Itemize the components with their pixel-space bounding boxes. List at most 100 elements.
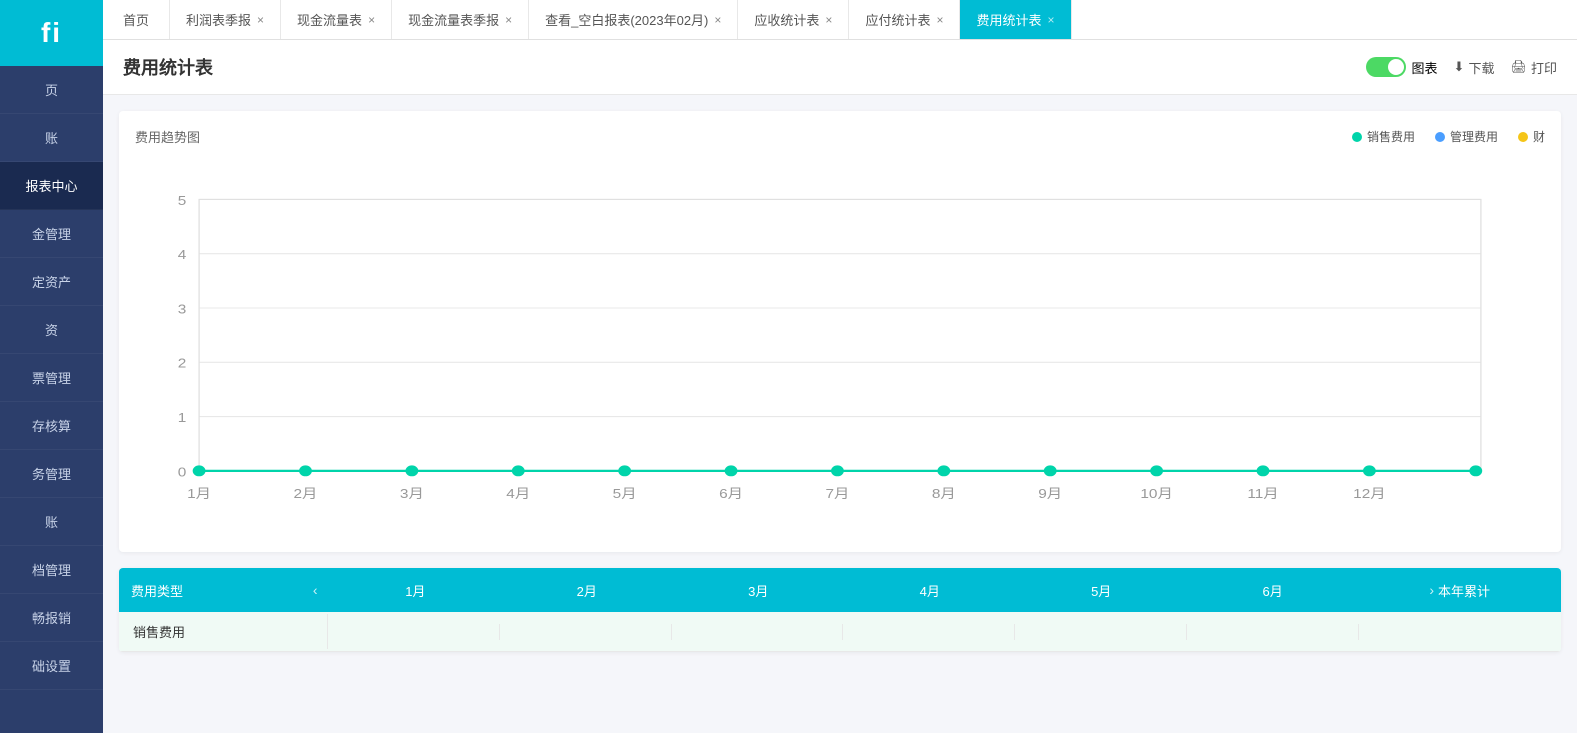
chart-svg: 0 1 2 3 4 5 — [135, 156, 1545, 536]
td-feb — [500, 624, 672, 640]
legend-dot-admin — [1435, 132, 1445, 142]
main-area: 首页 利润表季报 × 现金流量表 × 现金流量表季报 × 查看_空白报表(202… — [103, 0, 1577, 733]
td-apr — [843, 624, 1015, 640]
tab-label: 现金流量表季报 — [408, 10, 499, 29]
legend-admin-expense: 管理费用 — [1435, 128, 1498, 145]
content-area: 费用趋势图 销售费用 管理费用 财 — [103, 95, 1577, 733]
nav-prev-arrow[interactable]: ‹ — [313, 582, 318, 598]
svg-text:1: 1 — [178, 411, 187, 426]
tab-receivable[interactable]: 应收统计表 × — [738, 0, 849, 40]
chart-toggle[interactable] — [1366, 57, 1406, 77]
tab-close-cashflow[interactable]: × — [368, 13, 375, 27]
th-jun-label: 6月 — [1263, 581, 1283, 600]
svg-text:5月: 5月 — [613, 487, 637, 502]
sidebar-item-expense-report[interactable]: 畅报销 — [0, 594, 103, 642]
tab-close-profit-quarterly[interactable]: × — [257, 13, 264, 27]
td-jun — [1187, 624, 1359, 640]
svg-text:1月: 1月 — [187, 487, 211, 502]
tab-close-cashflow-quarterly[interactable]: × — [505, 13, 512, 27]
tab-close-receivable[interactable]: × — [825, 13, 832, 27]
sidebar-item-ticket-mgmt[interactable]: 票管理 — [0, 354, 103, 402]
legend-label-admin: 管理费用 — [1450, 128, 1498, 145]
svg-text:7月: 7月 — [825, 487, 849, 502]
tab-blank-report[interactable]: 查看_空白报表(2023年02月) × — [529, 0, 738, 40]
td-expense-type: 销售费用 — [119, 614, 328, 649]
th-feb: 2月 — [501, 581, 672, 600]
sidebar-item-ledger[interactable]: 账 — [0, 498, 103, 546]
sidebar-item-report-center[interactable]: 报表中心 — [0, 162, 103, 210]
sidebar-item-investment[interactable]: 资 — [0, 306, 103, 354]
legend-sales-expense: 销售费用 — [1352, 128, 1415, 145]
chart-toggle-label: 图表 — [1412, 58, 1438, 77]
tab-expense-stats[interactable]: 费用统计表 × — [960, 0, 1071, 40]
tab-close-expense-stats[interactable]: × — [1047, 13, 1054, 27]
sidebar-item-file-mgmt[interactable]: 档管理 — [0, 546, 103, 594]
sidebar-item-home[interactable]: 页 — [0, 66, 103, 114]
legend-dot-finance — [1518, 132, 1528, 142]
tab-profit-quarterly[interactable]: 利润表季报 × — [170, 0, 281, 40]
chart-title: 费用趋势图 — [135, 127, 200, 146]
sidebar-logo: fi — [0, 0, 103, 66]
legend-finance-expense: 财 — [1518, 128, 1545, 145]
sidebar-item-inventory[interactable]: 存核算 — [0, 402, 103, 450]
tab-label: 利润表季报 — [186, 10, 251, 29]
svg-text:2月: 2月 — [294, 487, 318, 502]
tab-label: 现金流量表 — [297, 10, 362, 29]
tab-label: 查看_空白报表(2023年02月) — [545, 10, 708, 29]
table-row: 销售费用 — [119, 612, 1561, 652]
download-button[interactable]: ⬇ 下载 — [1454, 58, 1495, 77]
tab-home[interactable]: 首页 — [103, 0, 170, 40]
th-mar-label: 3月 — [748, 581, 768, 600]
svg-text:3: 3 — [178, 302, 187, 317]
sidebar-item-service-mgmt[interactable]: 务管理 — [0, 450, 103, 498]
tab-close-payable[interactable]: × — [936, 13, 943, 27]
svg-text:3月: 3月 — [400, 487, 424, 502]
th-jun: 6月 — [1187, 581, 1358, 600]
th-jan-label: 1月 — [405, 581, 425, 600]
svg-text:11月: 11月 — [1247, 487, 1278, 502]
print-label: 打印 — [1531, 58, 1557, 77]
chart-legend: 销售费用 管理费用 财 — [1352, 128, 1545, 145]
sidebar-item-account[interactable]: 账 — [0, 114, 103, 162]
td-ytd — [1359, 624, 1561, 640]
tab-bar: 首页 利润表季报 × 现金流量表 × 现金流量表季报 × 查看_空白报表(202… — [103, 0, 1577, 40]
table-header-row: 费用类型 ‹ 1月 2月 3月 4月 5月 — [119, 568, 1561, 612]
table-section: 费用类型 ‹ 1月 2月 3月 4月 5月 — [119, 568, 1561, 652]
th-mar: 3月 — [673, 581, 844, 600]
tab-payable[interactable]: 应付统计表 × — [849, 0, 960, 40]
svg-text:2: 2 — [178, 357, 187, 372]
svg-text:9月: 9月 — [1038, 487, 1062, 502]
th-jan: 1月 — [330, 581, 501, 600]
page-title: 费用统计表 — [123, 54, 213, 80]
td-jan — [328, 624, 500, 640]
legend-label-sales: 销售费用 — [1367, 128, 1415, 145]
print-icon: 🖨 — [1510, 59, 1527, 75]
svg-text:4: 4 — [178, 248, 187, 263]
legend-dot-sales — [1352, 132, 1362, 142]
page-header: 费用统计表 图表 ⬇ 下载 🖨 打印 — [103, 40, 1577, 95]
print-button[interactable]: 🖨 打印 — [1510, 58, 1557, 77]
tab-cashflow[interactable]: 现金流量表 × — [281, 0, 392, 40]
download-label: 下载 — [1468, 58, 1494, 77]
th-ytd: › 本年累计 — [1358, 581, 1561, 600]
td-may — [1015, 624, 1187, 640]
nav-next-arrow[interactable]: › — [1429, 582, 1434, 598]
sidebar-item-base-settings[interactable]: 础设置 — [0, 642, 103, 690]
tab-label: 应收统计表 — [754, 10, 819, 29]
th-may-label: 5月 — [1091, 581, 1111, 600]
th-expense-type: 费用类型 ‹ — [119, 581, 330, 600]
legend-label-finance: 财 — [1533, 128, 1545, 145]
sidebar-item-fund-mgmt[interactable]: 金管理 — [0, 210, 103, 258]
svg-text:5: 5 — [178, 194, 187, 209]
svg-text:8月: 8月 — [932, 487, 956, 502]
tab-cashflow-quarterly[interactable]: 现金流量表季报 × — [392, 0, 529, 40]
chart-section: 费用趋势图 销售费用 管理费用 财 — [119, 111, 1561, 552]
th-feb-label: 2月 — [577, 581, 597, 600]
th-ytd-label: 本年累计 — [1438, 581, 1490, 600]
sidebar: fi 页 账 报表中心 金管理 定资产 资 票管理 存核算 务管理 账 档管理 … — [0, 0, 103, 733]
th-apr-label: 4月 — [920, 581, 940, 600]
th-apr: 4月 — [844, 581, 1015, 600]
chart-container: 0 1 2 3 4 5 — [135, 156, 1545, 536]
sidebar-item-fixed-assets[interactable]: 定资产 — [0, 258, 103, 306]
tab-close-blank-report[interactable]: × — [714, 13, 721, 27]
